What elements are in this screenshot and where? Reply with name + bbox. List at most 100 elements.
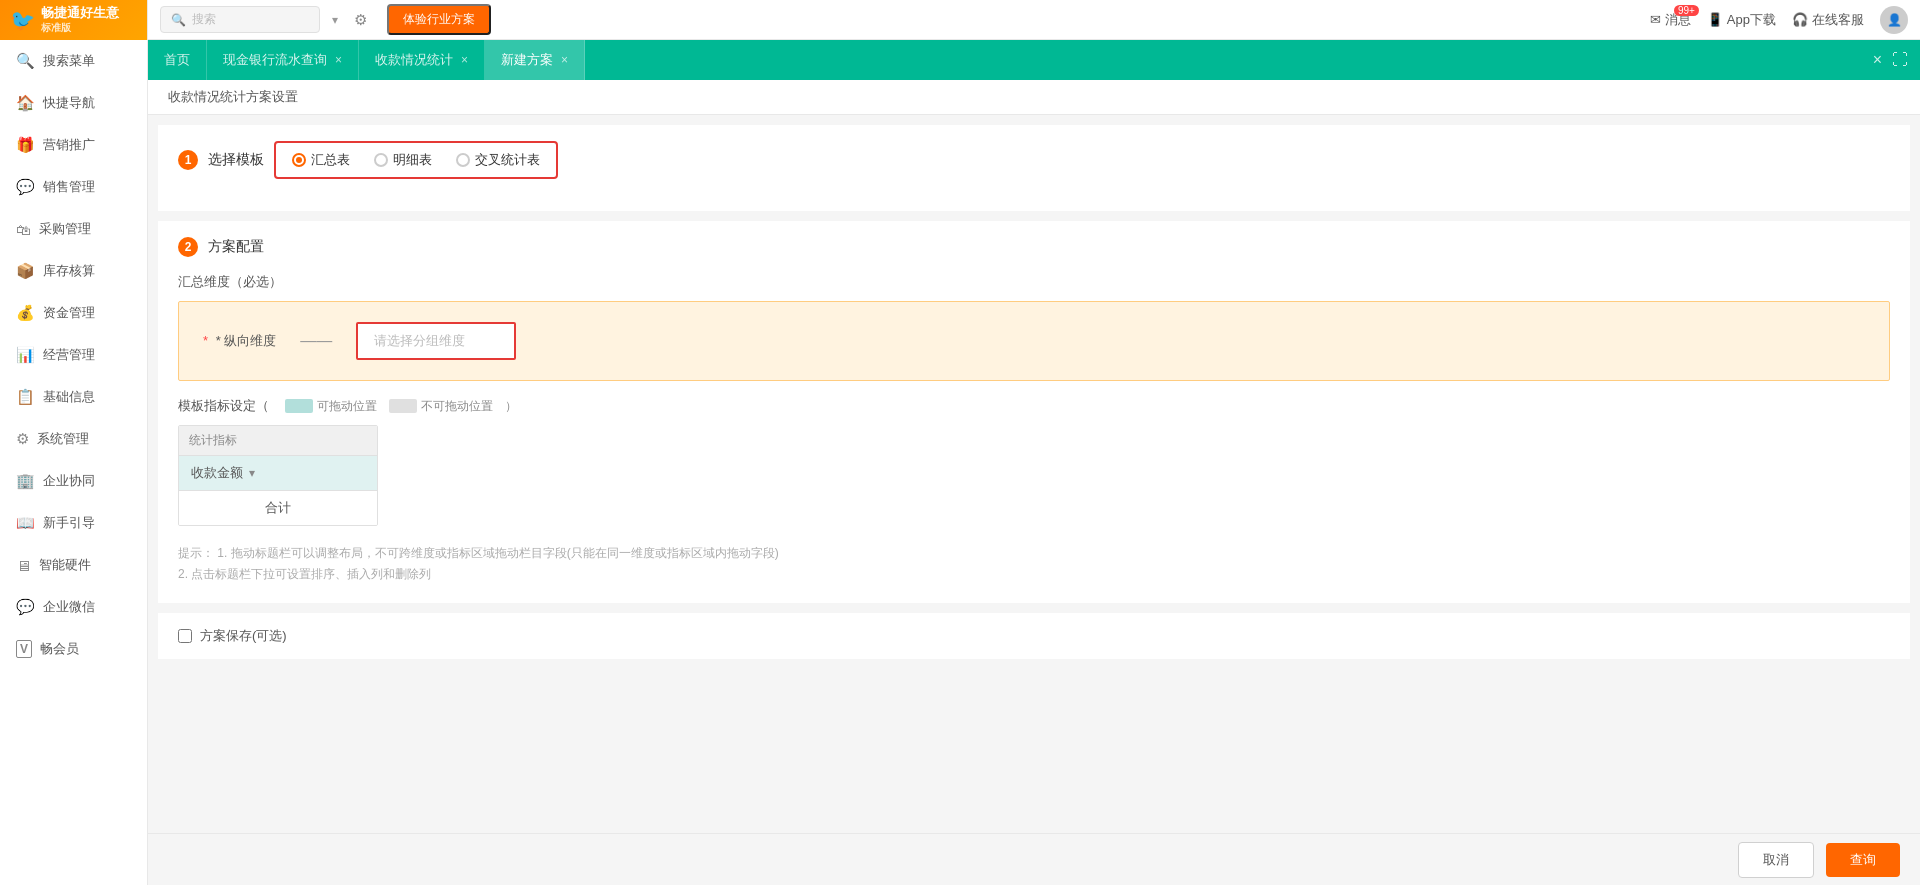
gift-icon: 🎁 [16, 136, 35, 154]
radio-detail[interactable]: 明细表 [374, 151, 432, 169]
query-button[interactable]: 查询 [1826, 843, 1900, 877]
cancel-button[interactable]: 取消 [1738, 842, 1814, 878]
message-button[interactable]: ✉ 消息 99+ [1650, 11, 1691, 29]
radio-detail-circle [374, 153, 388, 167]
metrics-table: 统计指标 收款金额 ▾ 合计 [178, 425, 378, 526]
page-header: 收款情况统计方案设置 [148, 80, 1920, 115]
sidebar-item-enterprise[interactable]: 🏢 企业协同 [0, 460, 147, 502]
sidebar: 🐦 畅捷通好生意 标准版 🔍 搜索菜单 🏠 快捷导航 🎁 营销推广 💬 销售管理… [0, 0, 148, 885]
metrics-title-text: 模板指标设定（ [178, 398, 269, 413]
sidebar-item-hardware[interactable]: 🖥 智能硬件 [0, 544, 147, 586]
dimension-placeholder: 请选择分组维度 [374, 333, 465, 348]
headset-icon: 🎧 [1792, 12, 1808, 27]
sidebar-item-wechat[interactable]: 💬 企业微信 [0, 586, 147, 628]
gear-icon: ⚙ [16, 430, 29, 448]
dropdown-chevron[interactable]: ▾ [332, 13, 338, 27]
chat-icon: 💬 [16, 178, 35, 196]
step1-header: 1 选择模板 汇总表 明细表 交叉统计表 [178, 141, 1890, 179]
building-icon: 🏢 [16, 472, 35, 490]
radio-cross-circle [456, 153, 470, 167]
required-star: * [203, 333, 208, 348]
metrics-legend: 可拖动位置 不可拖动位置 ） [285, 398, 517, 415]
chart-icon: 📊 [16, 346, 35, 364]
tab-home[interactable]: 首页 [148, 40, 207, 80]
sidebar-logo: 🐦 畅捷通好生意 标准版 [0, 0, 147, 40]
tabbar: 首页 现金银行流水查询 × 收款情况统计 × 新建方案 × × ⛶ [148, 40, 1920, 80]
sidebar-item-newbie[interactable]: 📖 新手引导 [0, 502, 147, 544]
search-icon-top: 🔍 [171, 13, 186, 27]
sidebar-item-purchase[interactable]: 🛍 采购管理 [0, 208, 147, 250]
sidebar-item-sales[interactable]: 💬 销售管理 [0, 166, 147, 208]
sidebar-item-quick-nav[interactable]: 🏠 快捷导航 [0, 82, 147, 124]
section-template: 1 选择模板 汇总表 明细表 交叉统计表 [158, 125, 1910, 211]
tab-receipt-stats[interactable]: 收款情况统计 × [359, 40, 485, 80]
tab-close-all-icon[interactable]: × [1873, 51, 1882, 69]
logo-name: 畅捷通好生意 [41, 5, 119, 21]
metrics-title: 模板指标设定（ [178, 397, 269, 415]
box-icon: 📦 [16, 262, 35, 280]
topbar: 🔍 搜索 ▾ ⚙ 体验行业方案 ✉ 消息 99+ 📱 App下载 🎧 在线客服 … [148, 0, 1920, 40]
sidebar-label-inventory: 库存核算 [43, 262, 95, 280]
metrics-table-header[interactable]: 收款金额 ▾ [179, 456, 377, 490]
step1-title: 选择模板 [208, 151, 264, 169]
message-badge: 99+ [1674, 5, 1699, 16]
tab-home-label: 首页 [164, 51, 190, 69]
tab-bank-close[interactable]: × [335, 53, 342, 67]
sidebar-item-finance[interactable]: 💰 资金管理 [0, 292, 147, 334]
sidebar-item-search-menu[interactable]: 🔍 搜索菜单 [0, 40, 147, 82]
sidebar-label-member: 畅会员 [40, 640, 79, 658]
sidebar-item-marketing[interactable]: 🎁 营销推广 [0, 124, 147, 166]
tab-receipt-close[interactable]: × [461, 53, 468, 67]
section-config: 2 方案配置 汇总维度（必选） * * 纵向维度 —— 请选择分组维度 模板指标… [158, 221, 1910, 603]
dimension-select[interactable]: 请选择分组维度 [356, 322, 516, 360]
app-download-button[interactable]: 📱 App下载 [1707, 11, 1776, 29]
radio-detail-label: 明细表 [393, 151, 432, 169]
sidebar-item-inventory[interactable]: 📦 库存核算 [0, 250, 147, 292]
sidebar-label-system: 系统管理 [37, 430, 89, 448]
fixed-label: 不可拖动位置 [421, 398, 493, 415]
online-service-button[interactable]: 🎧 在线客服 [1792, 11, 1864, 29]
tabbar-actions: × ⛶ [1861, 40, 1920, 80]
save-section: 方案保存(可选) [158, 613, 1910, 659]
tab-receipt-label: 收款情况统计 [375, 51, 453, 69]
service-label: 在线客服 [1812, 11, 1864, 29]
sidebar-item-system[interactable]: ⚙ 系统管理 [0, 418, 147, 460]
template-radio-group: 汇总表 明细表 交叉统计表 [274, 141, 558, 179]
tab-bank[interactable]: 现金银行流水查询 × [207, 40, 359, 80]
radio-summary[interactable]: 汇总表 [292, 151, 350, 169]
tab-bank-label: 现金银行流水查询 [223, 51, 327, 69]
sidebar-label-search: 搜索菜单 [43, 52, 95, 70]
message-icon: ✉ [1650, 12, 1661, 27]
sidebar-label-hardware: 智能硬件 [39, 556, 91, 574]
book-icon: 📖 [16, 514, 35, 532]
tip-2: 2. 点击标题栏下拉可设置排序、插入列和删除列 [178, 566, 1890, 583]
user-avatar[interactable]: 👤 [1880, 6, 1908, 34]
radio-cross-label: 交叉统计表 [475, 151, 540, 169]
settings-gear-icon[interactable]: ⚙ [354, 11, 367, 29]
sidebar-item-basic[interactable]: 📋 基础信息 [0, 376, 147, 418]
fixed-box [389, 399, 417, 413]
stats-indicator-label: 统计指标 [179, 426, 377, 456]
radio-summary-label: 汇总表 [311, 151, 350, 169]
dimension-area: * * 纵向维度 —— 请选择分组维度 [178, 301, 1890, 381]
search-box[interactable]: 🔍 搜索 [160, 6, 320, 33]
radio-summary-circle [292, 153, 306, 167]
save-checkbox[interactable] [178, 629, 192, 643]
tab-new-plan-label: 新建方案 [501, 51, 553, 69]
tab-new-plan-close[interactable]: × [561, 53, 568, 67]
tab-new-plan[interactable]: 新建方案 × [485, 40, 585, 80]
metrics-table-row-total: 合计 [179, 490, 377, 525]
step2-num: 2 [178, 237, 198, 257]
money-icon: 💰 [16, 304, 35, 322]
home-icon: 🏠 [16, 94, 35, 112]
trial-button[interactable]: 体验行业方案 [387, 4, 491, 35]
sidebar-label-basic: 基础信息 [43, 388, 95, 406]
tab-expand-icon[interactable]: ⛶ [1892, 51, 1908, 69]
sidebar-item-operation[interactable]: 📊 经营管理 [0, 334, 147, 376]
wechat-icon: 💬 [16, 598, 35, 616]
radio-cross[interactable]: 交叉统计表 [456, 151, 540, 169]
monitor-icon: 🖥 [16, 557, 31, 574]
sidebar-item-member[interactable]: V 畅会员 [0, 628, 147, 670]
app-icon: 📱 [1707, 12, 1723, 27]
sidebar-label-finance: 资金管理 [43, 304, 95, 322]
